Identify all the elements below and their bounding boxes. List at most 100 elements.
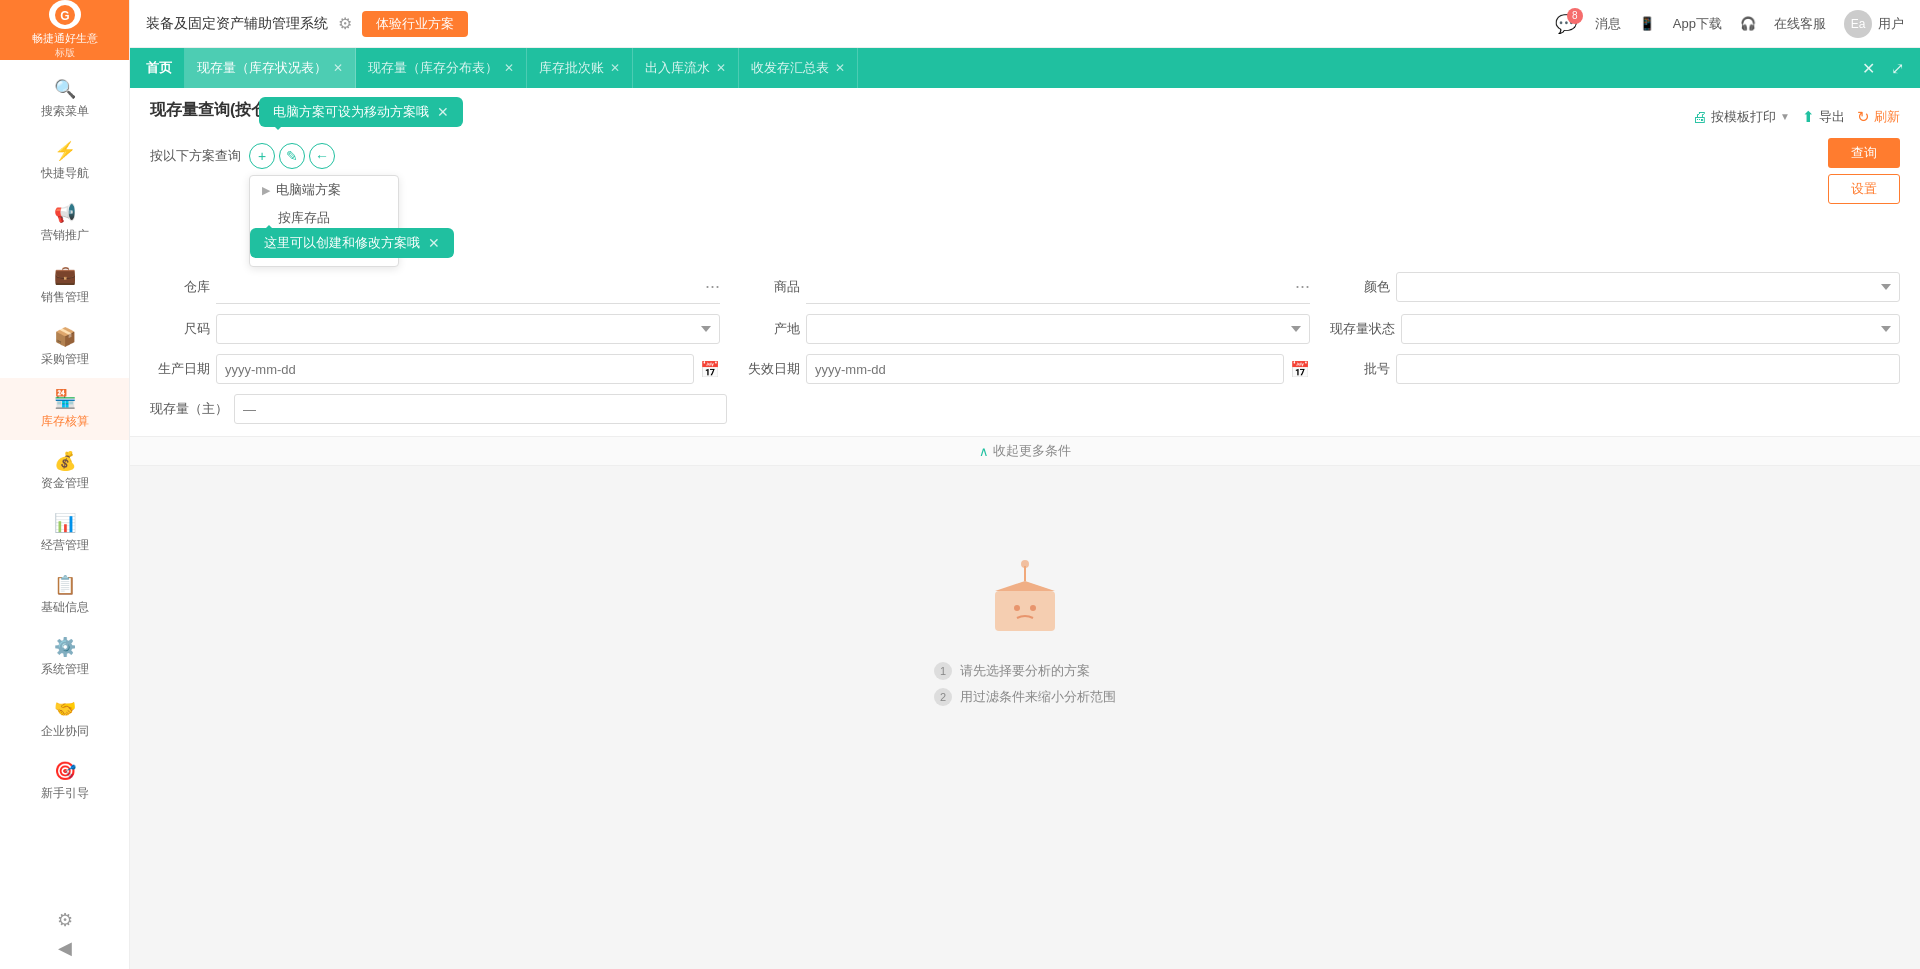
back-scheme-btn[interactable]: ←	[309, 143, 335, 169]
tab-close-icon[interactable]: ✕	[504, 61, 514, 75]
export-btn[interactable]: ⬆ 导出	[1802, 108, 1845, 126]
warehouse-label: 仓库	[150, 278, 210, 296]
logo-text: 畅捷通好生意	[32, 31, 98, 46]
filter-fields-row3: 生产日期 📅 失效日期 📅 批号	[150, 354, 1900, 384]
page-content: 现存量查询(按仓库+商品) 🖨 按模板打印 ▼ ⬆ 导出 ↻ 刷新	[130, 88, 1920, 969]
edit-scheme-btn[interactable]: ✎	[279, 143, 305, 169]
collapse-bar[interactable]: ∧ 收起更多条件	[130, 437, 1920, 466]
collapse-label: 收起更多条件	[993, 442, 1071, 460]
expiry-date-input[interactable]	[806, 354, 1284, 384]
tab-home[interactable]: 首页	[134, 48, 185, 88]
tip-num-1: 1	[934, 662, 952, 680]
sidebar-item-finance[interactable]: 💰 资金管理	[0, 440, 129, 502]
sidebar-item-inventory[interactable]: 🏪 库存核算	[0, 378, 129, 440]
sidebar-logo: G 畅捷通好生意 标版	[0, 0, 129, 60]
tab-close-icon[interactable]: ✕	[835, 61, 845, 75]
tab-close-icon[interactable]: ✕	[610, 61, 620, 75]
app-download-label[interactable]: App下载	[1673, 15, 1722, 33]
tab-close-icon[interactable]: ✕	[716, 61, 726, 75]
tab-fullscreen-btn[interactable]: ⤢	[1887, 57, 1908, 80]
tab-stock-dist[interactable]: 现存量（库存分布表） ✕	[356, 48, 527, 88]
sidebar-item-collab[interactable]: 🤝 企业协同	[0, 688, 129, 750]
sidebar-item-quicknav[interactable]: ⚡ 快捷导航	[0, 130, 129, 192]
sidebar-item-basic[interactable]: 📋 基础信息	[0, 564, 129, 626]
settings-btn[interactable]: 设置	[1828, 174, 1900, 204]
top-header: 装备及固定资产辅助管理系统 ⚙ 体验行业方案 💬 8 消息 📱 App下载 🎧 …	[130, 0, 1920, 48]
filter-section: 现存量查询(按仓库+商品) 🖨 按模板打印 ▼ ⬆ 导出 ↻ 刷新	[130, 88, 1920, 437]
product-label: 商品	[740, 278, 800, 296]
chevron-down-icon: ▼	[1780, 111, 1790, 122]
tip-text-2: 用过滤条件来缩小分析范围	[960, 688, 1116, 706]
sidebar-item-purchase[interactable]: 📦 采购管理	[0, 316, 129, 378]
stock-main-min-input[interactable]	[234, 394, 727, 424]
stock-status-select[interactable]	[1401, 314, 1900, 344]
lightning-icon: ⚡	[54, 140, 76, 162]
filter-batch: 批号	[1330, 354, 1900, 384]
scheme-pc[interactable]: ▶ 电脑端方案	[250, 176, 398, 204]
user-area[interactable]: Ea 用户	[1844, 10, 1904, 38]
notification-btn[interactable]: 💬 8	[1555, 13, 1577, 35]
chart-icon: 📊	[54, 512, 76, 534]
box-icon: 📦	[54, 326, 76, 348]
production-date-label: 生产日期	[150, 360, 210, 378]
calendar-icon[interactable]: 📅	[700, 360, 720, 379]
add-scheme-btn[interactable]: +	[249, 143, 275, 169]
template-print-btn[interactable]: 🖨 按模板打印 ▼	[1692, 108, 1790, 126]
sidebar-item-sales[interactable]: 💼 销售管理	[0, 254, 129, 316]
origin-select[interactable]	[806, 314, 1310, 344]
tooltip-edit-scheme: 这里可以创建和修改方案哦 ✕	[250, 228, 454, 258]
online-service-icon: 🎧	[1740, 16, 1756, 31]
tooltip-pc-scheme: 电脑方案可设为移动方案哦 ✕	[259, 97, 463, 127]
product-input[interactable]	[806, 271, 1295, 301]
sidebar-item-marketing[interactable]: 📢 营销推广	[0, 192, 129, 254]
sidebar-collapse-btn[interactable]: ◀	[58, 937, 72, 959]
logo-sub: 标版	[55, 46, 75, 60]
filter-production-date: 生产日期 📅	[150, 354, 720, 384]
tab-summary[interactable]: 收发存汇总表 ✕	[739, 48, 858, 88]
calendar-icon2[interactable]: 📅	[1290, 360, 1310, 379]
sidebar-item-operation[interactable]: 📊 经营管理	[0, 502, 129, 564]
tab-flow[interactable]: 出入库流水 ✕	[633, 48, 739, 88]
color-select[interactable]	[1396, 272, 1900, 302]
svg-point-3	[1014, 605, 1020, 611]
tab-close-all-btn[interactable]: ✕	[1858, 57, 1879, 80]
sidebar-settings-btn[interactable]: ⚙	[57, 909, 73, 931]
filter-stock-main: 现存量（主）	[150, 394, 727, 424]
search-btn[interactable]: 查询	[1828, 138, 1900, 168]
size-select[interactable]	[216, 314, 720, 344]
tab-bar-right: ✕ ⤢	[1858, 57, 1916, 80]
refresh-btn[interactable]: ↻ 刷新	[1857, 108, 1900, 126]
print-icon: 🖨	[1692, 108, 1707, 125]
logo-icon: G	[49, 0, 81, 29]
production-date-input[interactable]	[216, 354, 694, 384]
scheme-dropdown: ▶ 电脑端方案 这里可以创建和修改方案哦 ✕ 按库存品	[249, 175, 399, 267]
sidebar: G 畅捷通好生意 标版 🔍 搜索菜单 ⚡ 快捷导航 📢 营销推广 💼 销售管理 …	[0, 0, 130, 969]
filter-fields-row2: 尺码 产地 现存量状态	[150, 314, 1900, 344]
filter-stock-status: 现存量状态	[1330, 314, 1900, 344]
system-settings-icon[interactable]: ⚙	[338, 14, 352, 33]
sidebar-bottom: ⚙ ◀	[0, 899, 129, 969]
tooltip-close-btn[interactable]: ✕	[437, 104, 449, 120]
notif-label: 消息	[1595, 15, 1621, 33]
online-service-label[interactable]: 在线客服	[1774, 15, 1826, 33]
filter-origin: 产地	[740, 314, 1310, 344]
tab-close-icon[interactable]: ✕	[333, 61, 343, 75]
svg-rect-2	[995, 591, 1055, 631]
tooltip2-close-btn[interactable]: ✕	[428, 235, 440, 251]
tab-stock-status[interactable]: 现存量（库存状况表） ✕	[185, 48, 356, 88]
target-icon: 🎯	[54, 760, 76, 782]
tab-batch-account[interactable]: 库存批次账 ✕	[527, 48, 633, 88]
tip-text-1: 请先选择要分析的方案	[960, 662, 1090, 680]
batch-input[interactable]	[1396, 354, 1900, 384]
sidebar-item-guide[interactable]: 🎯 新手引导	[0, 750, 129, 812]
sidebar-item-search[interactable]: 🔍 搜索菜单	[0, 68, 129, 130]
product-ellipsis-icon[interactable]: ···	[1295, 276, 1310, 297]
warehouse-input[interactable]	[216, 271, 705, 301]
color-label: 颜色	[1330, 278, 1390, 296]
sidebar-item-system[interactable]: ⚙️ 系统管理	[0, 626, 129, 688]
clipboard-icon: 📋	[54, 574, 76, 596]
industry-btn[interactable]: 体验行业方案	[362, 11, 468, 37]
app-download-icon: 📱	[1639, 16, 1655, 31]
avatar: Ea	[1844, 10, 1872, 38]
warehouse-ellipsis-icon[interactable]: ···	[705, 276, 720, 297]
